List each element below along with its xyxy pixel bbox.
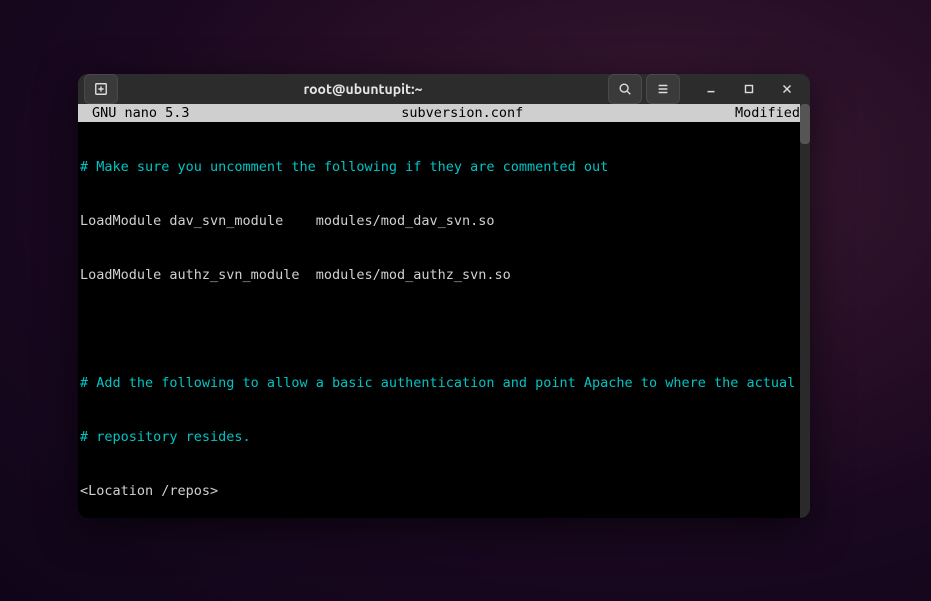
terminal-window: root@ubuntupit:~ GNU nano 5.3 subversion… [78, 74, 810, 518]
search-button[interactable] [608, 74, 642, 104]
new-tab-button[interactable] [84, 74, 118, 104]
editor-area[interactable]: # Make sure you uncomment the following … [78, 122, 810, 518]
minimize-icon [704, 82, 718, 96]
nano-header: GNU nano 5.3 subversion.conf Modified [78, 104, 810, 122]
editor-line: # repository resides. [80, 428, 808, 446]
editor-line: <Location /repos> [80, 482, 808, 500]
hamburger-icon [656, 82, 670, 96]
search-icon [618, 82, 632, 96]
maximize-icon [742, 82, 756, 96]
editor-line: LoadModule dav_svn_module modules/mod_da… [80, 212, 808, 230]
close-icon [780, 82, 794, 96]
new-tab-icon [94, 82, 108, 96]
editor-line: # Make sure you uncomment the following … [80, 158, 808, 176]
terminal-body[interactable]: GNU nano 5.3 subversion.conf Modified # … [78, 104, 810, 518]
editor-line [80, 320, 808, 338]
nano-app-name: GNU nano 5.3 [80, 104, 190, 122]
menu-button[interactable] [646, 74, 680, 104]
nano-filename: subversion.conf [190, 104, 735, 122]
editor-line: LoadModule authz_svn_module modules/mod_… [80, 266, 808, 284]
scrollbar-thumb[interactable] [800, 104, 810, 144]
window-title: root@ubuntupit:~ [118, 81, 608, 97]
nano-status: Modified [735, 104, 808, 122]
window-titlebar[interactable]: root@ubuntupit:~ [78, 74, 810, 104]
scrollbar[interactable] [800, 104, 810, 518]
editor-line: # Add the following to allow a basic aut… [80, 374, 808, 392]
minimize-button[interactable] [694, 74, 728, 104]
close-button[interactable] [770, 74, 804, 104]
maximize-button[interactable] [732, 74, 766, 104]
